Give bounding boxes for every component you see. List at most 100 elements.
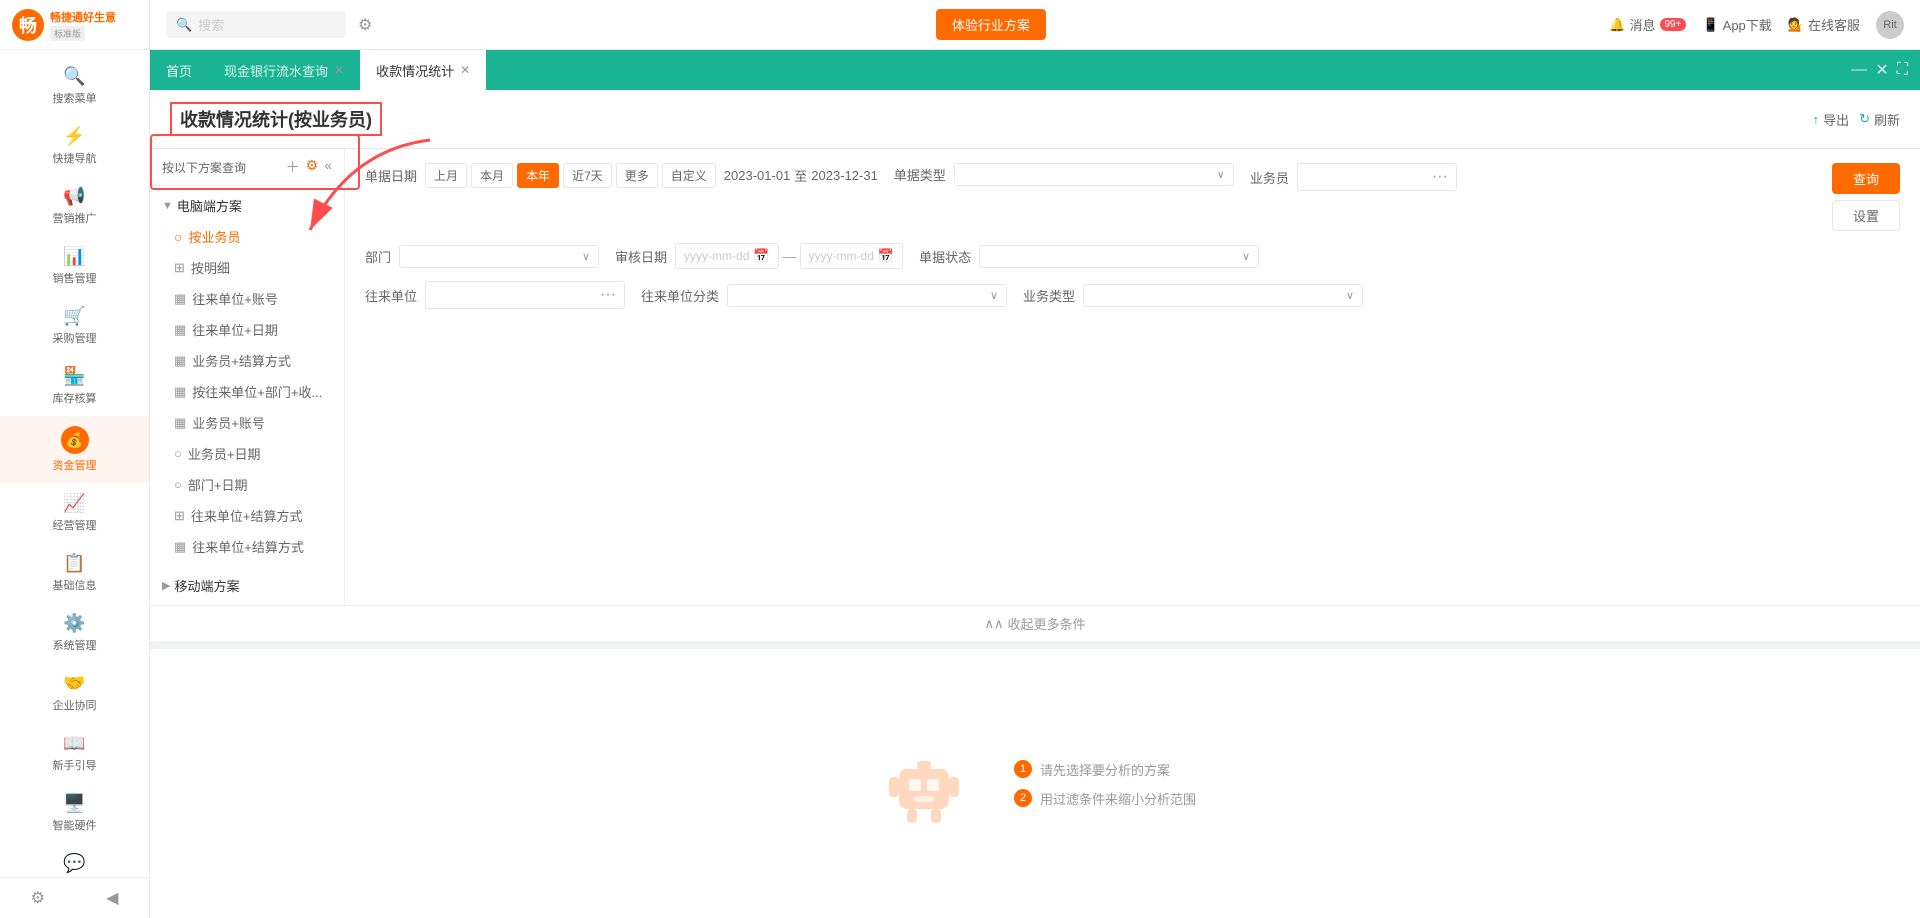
sidebar-label-finance: 资金管理 [53, 457, 97, 473]
date-sep: 至 [794, 166, 807, 185]
dept-select[interactable]: ∨ [399, 245, 599, 268]
tab-receipt[interactable]: 收款情况统计 ✕ [360, 50, 486, 90]
doc-status-select[interactable]: ∨ [979, 245, 1259, 268]
review-date-from-input[interactable]: yyyy-mm-dd 📅 [675, 243, 779, 269]
collapse-bottom-icon[interactable]: ◀‍ [106, 888, 118, 908]
scheme-salesman-settlement[interactable]: ▦ 业务员+结算方式 [150, 345, 344, 376]
scheme-dept-date[interactable]: ○ 部门+日期 [150, 469, 344, 500]
refresh-button[interactable]: ↻ 刷新 [1859, 110, 1900, 129]
date-btn-this-year[interactable]: 本年 [517, 163, 559, 188]
tab-home[interactable]: 首页 [150, 50, 208, 90]
tab-minimize-icon[interactable]: — [1851, 61, 1867, 79]
date-dash: — [783, 249, 796, 264]
sidebar-item-purchase[interactable]: 🛒 采购管理 [0, 296, 149, 356]
review-date-to-input[interactable]: yyyy-mm-dd 📅 [800, 243, 904, 269]
guide-icon: 📖 [63, 733, 85, 754]
scheme-settings-icon[interactable]: ⚙ [306, 157, 319, 177]
date-btn-more[interactable]: 更多 [616, 163, 658, 188]
receipt-tab-label: 收款情况统计 [376, 61, 454, 80]
date-filter-group: 单据日期 上月 本月 本年 近7天 更多 自定义 2023-01-01 至 [365, 163, 878, 188]
home-label: 首页 [166, 61, 192, 80]
settings-bottom-icon[interactable]: ⚙ [31, 888, 45, 908]
biz-type-select[interactable]: ∨ [1083, 284, 1363, 307]
scheme-partner-account[interactable]: ▦ 往来单位+账号 [150, 283, 344, 314]
date-buttons: 上月 本月 本年 近7天 更多 自定义 [425, 163, 716, 188]
add-scheme-icon[interactable]: ＋ [286, 157, 300, 177]
scheme-salesman-date[interactable]: ○ 业务员+日期 [150, 438, 344, 469]
scheme-salesman-account[interactable]: ▦ 业务员+账号 [150, 407, 344, 438]
service-item[interactable]: 💁 在线客服 [1788, 15, 1860, 34]
sidebar-item-sales[interactable]: 📊 销售管理 [0, 236, 149, 296]
scheme-partner-settle1[interactable]: ⊞ 往来单位+结算方式 [150, 500, 344, 531]
tab-close-icon[interactable]: ✕ [1875, 60, 1888, 80]
scheme-partner-settle2[interactable]: ▦ 往来单位+结算方式 [150, 531, 344, 562]
sidebar-item-corp[interactable]: 🤝 企业协同 [0, 663, 149, 723]
collapse-bar[interactable]: ∧∧ 收起更多条件 [150, 605, 1920, 641]
partner-select[interactable]: ··· [425, 281, 625, 309]
app-label: App下载 [1723, 15, 1772, 34]
doc-status-label: 单据状态 [919, 247, 971, 266]
content-body: 1 请先选择要分析的方案 2 用过滤条件来缩小分析范围 [150, 649, 1920, 918]
export-button[interactable]: ↑ 导出 [1813, 110, 1850, 129]
partner-date-icon: ▦ [174, 322, 186, 338]
sidebar-item-system[interactable]: ⚙️ 系统管理 [0, 603, 149, 663]
scheme-partner-dept-label: 按往来单位+部门+收... [192, 382, 322, 401]
doc-status-chevron: ∨ [1242, 250, 1250, 263]
pc-group-arrow: ▼ [162, 200, 173, 212]
scheme-by-salesman[interactable]: ○ 按业务员 [150, 221, 344, 252]
doc-type-group: 单据类型 ∨ [894, 163, 1234, 186]
topbar-search-box[interactable]: 🔍 搜索 [166, 11, 346, 38]
dept-label: 部门 [365, 247, 391, 266]
date-btn-7days[interactable]: 近7天 [563, 163, 612, 188]
scheme-salesman-label: 按业务员 [188, 227, 240, 246]
partner-settle1-icon: ⊞ [174, 508, 185, 524]
doc-type-chevron: ∨ [1217, 168, 1225, 181]
sidebar-item-operations[interactable]: 📈 经营管理 [0, 483, 149, 543]
app-download-item[interactable]: 📱 App下载 [1702, 15, 1771, 34]
basic-icon: 📋 [63, 553, 85, 574]
sidebar-item-finance[interactable]: 💰 资金管理 [0, 416, 149, 483]
sidebar-item-inventory[interactable]: 🏪 库存核算 [0, 356, 149, 416]
salesman-select[interactable]: ··· [1297, 163, 1457, 191]
user-avatar[interactable]: Rit [1876, 11, 1904, 39]
date-btn-last-month[interactable]: 上月 [425, 163, 467, 188]
partner-category-select[interactable]: ∨ [727, 284, 1007, 307]
tab-expand-icon[interactable]: ⛶ [1897, 61, 1908, 79]
sidebar-item-search[interactable]: 🔍 搜索菜单 [0, 56, 149, 116]
settings-filter-button[interactable]: 设置 [1832, 200, 1900, 231]
scheme-by-detail[interactable]: ⊞ 按明细 [150, 252, 344, 283]
sidebar-label-search: 搜索菜单 [53, 90, 97, 106]
topbar-gear-icon[interactable]: ⚙ [358, 15, 372, 35]
partner-group: 往来单位 ··· [365, 281, 625, 309]
tab-bank[interactable]: 现金银行流水查询 ✕ [208, 50, 360, 90]
finance-icon: 💰 [61, 426, 89, 454]
trial-button[interactable]: 体验行业方案 [936, 9, 1046, 40]
date-btn-this-month[interactable]: 本月 [471, 163, 513, 188]
sidebar-item-basic[interactable]: 📋 基础信息 [0, 543, 149, 603]
sidebar-item-guide[interactable]: 📖 新手引导 [0, 723, 149, 783]
filter-action-btns: 查询 设置 [1832, 163, 1900, 231]
scheme-partner-dept[interactable]: ▦ 按往来单位+部门+收... [150, 376, 344, 407]
sidebar-item-hardware[interactable]: 🖥️ 智能硬件 [0, 783, 149, 843]
message-item[interactable]: 🔔 消息 99+ [1609, 15, 1686, 34]
scheme-partner-date[interactable]: ▦ 往来单位+日期 [150, 314, 344, 345]
collapse-panel-icon[interactable]: « [324, 157, 332, 177]
doc-type-select[interactable]: ∨ [954, 163, 1234, 186]
step-2-text: 用过滤条件来缩小分析范围 [1040, 789, 1196, 808]
mobile-group-header[interactable]: ▶ 移动端方案 [150, 570, 344, 601]
query-button[interactable]: 查询 [1832, 163, 1900, 194]
date-btn-custom[interactable]: 自定义 [662, 163, 716, 188]
review-date-group: 审核日期 yyyy-mm-dd 📅 — yyyy-mm-dd 📅 [615, 243, 903, 269]
sidebar-item-marketing[interactable]: 📢 营销推广 [0, 176, 149, 236]
mobile-group-label: 移动端方案 [174, 576, 239, 595]
partner-more-icon[interactable]: ··· [600, 286, 616, 304]
sidebar-item-wechat[interactable]: 💬 企业微信 [0, 843, 149, 877]
bank-tab-close[interactable]: ✕ [334, 63, 344, 77]
collapse-label: 收起更多条件 [1008, 614, 1086, 633]
receipt-tab-close[interactable]: ✕ [460, 63, 470, 77]
calendar-from-icon[interactable]: 📅 [753, 248, 769, 264]
calendar-to-icon[interactable]: 📅 [878, 248, 894, 264]
sidebar-item-quicknav[interactable]: ⚡ 快捷导航 [0, 116, 149, 176]
salesman-more-icon[interactable]: ··· [1432, 168, 1448, 186]
pc-group-header[interactable]: ▼ 电脑端方案 [150, 190, 344, 221]
